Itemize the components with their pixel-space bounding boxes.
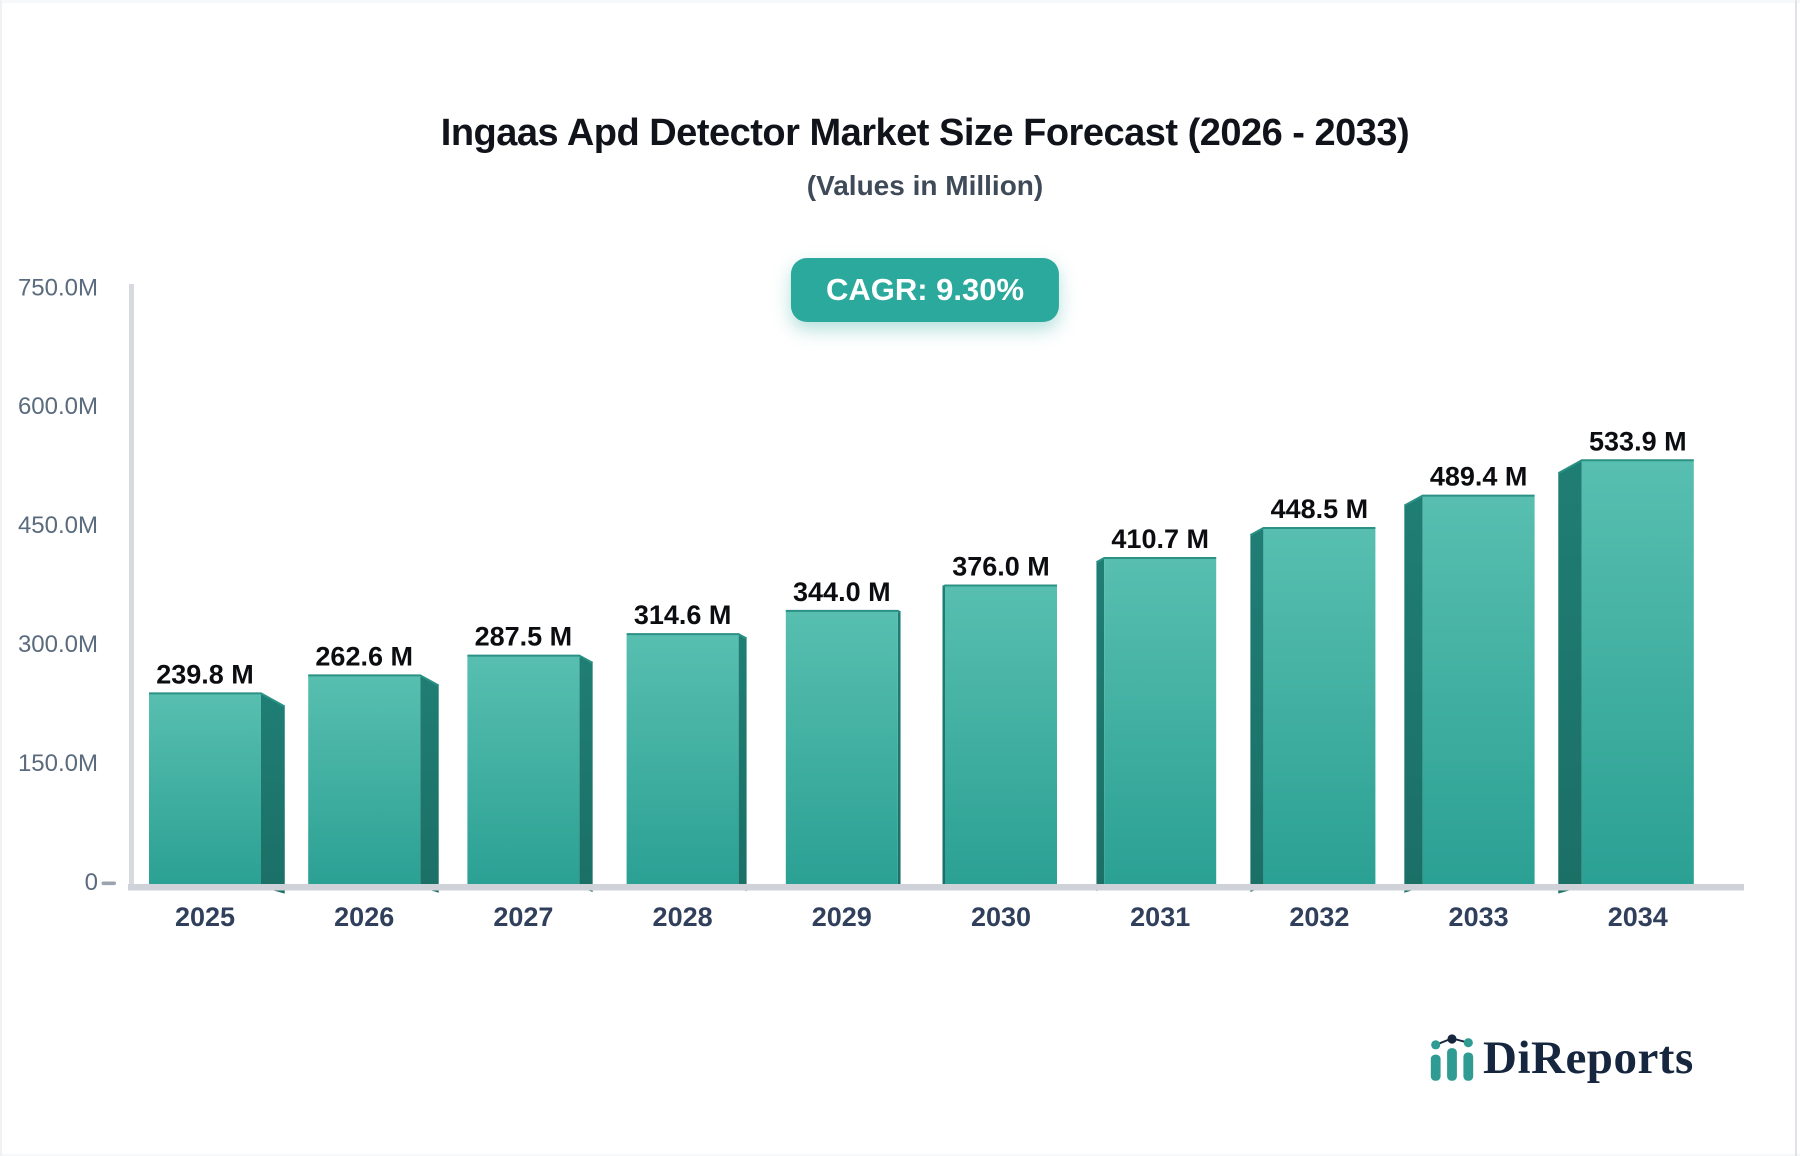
bar-side-2029 bbox=[897, 610, 901, 891]
bar-2034 bbox=[1581, 460, 1694, 887]
x-tick-label: 2027 bbox=[493, 902, 553, 932]
bar-2033 bbox=[1422, 495, 1535, 887]
y-tick-label: 150.0M bbox=[18, 750, 98, 777]
y-tick-label: 750.0M bbox=[18, 274, 98, 301]
brand-logo-text: DiReports bbox=[1483, 1032, 1694, 1084]
bar-side-2030 bbox=[942, 585, 945, 891]
bar-2026 bbox=[308, 675, 421, 887]
brand-logo: DiReports bbox=[1428, 1032, 1694, 1084]
bar-2028 bbox=[626, 634, 739, 887]
y-tick-label: 600.0M bbox=[18, 393, 98, 420]
bar-2031 bbox=[1104, 557, 1217, 887]
x-tick-label: 2025 bbox=[175, 902, 235, 932]
bar-side-2031 bbox=[1096, 557, 1105, 892]
bar-value-label: 287.5 M bbox=[475, 622, 573, 652]
bar-value-label: 262.6 M bbox=[315, 641, 413, 671]
zero-tick-dash bbox=[101, 881, 116, 886]
bar-side-2025 bbox=[261, 693, 285, 894]
bar-value-label: 448.5 M bbox=[1271, 494, 1369, 524]
logo-chart-icon bbox=[1430, 1034, 1474, 1081]
bar-2029 bbox=[785, 610, 898, 887]
bar-2027 bbox=[467, 655, 580, 887]
bar-side-2033 bbox=[1404, 495, 1423, 893]
x-tick-label: 2034 bbox=[1608, 902, 1668, 932]
bar-value-label: 533.9 M bbox=[1589, 426, 1687, 456]
y-tick-label: 450.0M bbox=[18, 512, 98, 539]
y-tick-label: 300.0M bbox=[18, 631, 98, 658]
bar-side-2027 bbox=[579, 655, 593, 892]
bar-value-label: 314.6 M bbox=[634, 600, 732, 630]
bar-side-2034 bbox=[1558, 460, 1582, 894]
bar-side-2032 bbox=[1250, 527, 1264, 892]
bar-value-label: 239.8 M bbox=[156, 659, 254, 689]
x-tick-label: 2028 bbox=[653, 902, 713, 932]
bar-value-label: 376.0 M bbox=[952, 551, 1050, 581]
bar-2025 bbox=[149, 693, 261, 887]
bar-2032 bbox=[1263, 527, 1376, 887]
bar-value-label: 489.4 M bbox=[1430, 462, 1528, 492]
x-tick-label: 2032 bbox=[1289, 902, 1349, 932]
bar-value-label: 410.7 M bbox=[1111, 524, 1209, 554]
y-axis-line bbox=[129, 284, 134, 890]
y-tick-label: 0 bbox=[85, 869, 98, 896]
bar-chart: 750.0M 600.0M 450.0M 300.0M 150.0M 0 239.8 M 20… bbox=[18, 274, 1744, 932]
bar-side-2028 bbox=[738, 634, 747, 892]
x-axis-baseline bbox=[128, 884, 1744, 891]
x-tick-label: 2026 bbox=[334, 902, 394, 932]
bar-2030 bbox=[945, 585, 1057, 887]
x-tick-label: 2033 bbox=[1449, 902, 1509, 932]
x-tick-label: 2030 bbox=[971, 902, 1031, 932]
x-tick-label: 2029 bbox=[812, 902, 872, 932]
x-tick-label: 2031 bbox=[1130, 902, 1190, 932]
bar-value-label: 344.0 M bbox=[793, 577, 891, 607]
bar-side-2026 bbox=[420, 675, 439, 893]
